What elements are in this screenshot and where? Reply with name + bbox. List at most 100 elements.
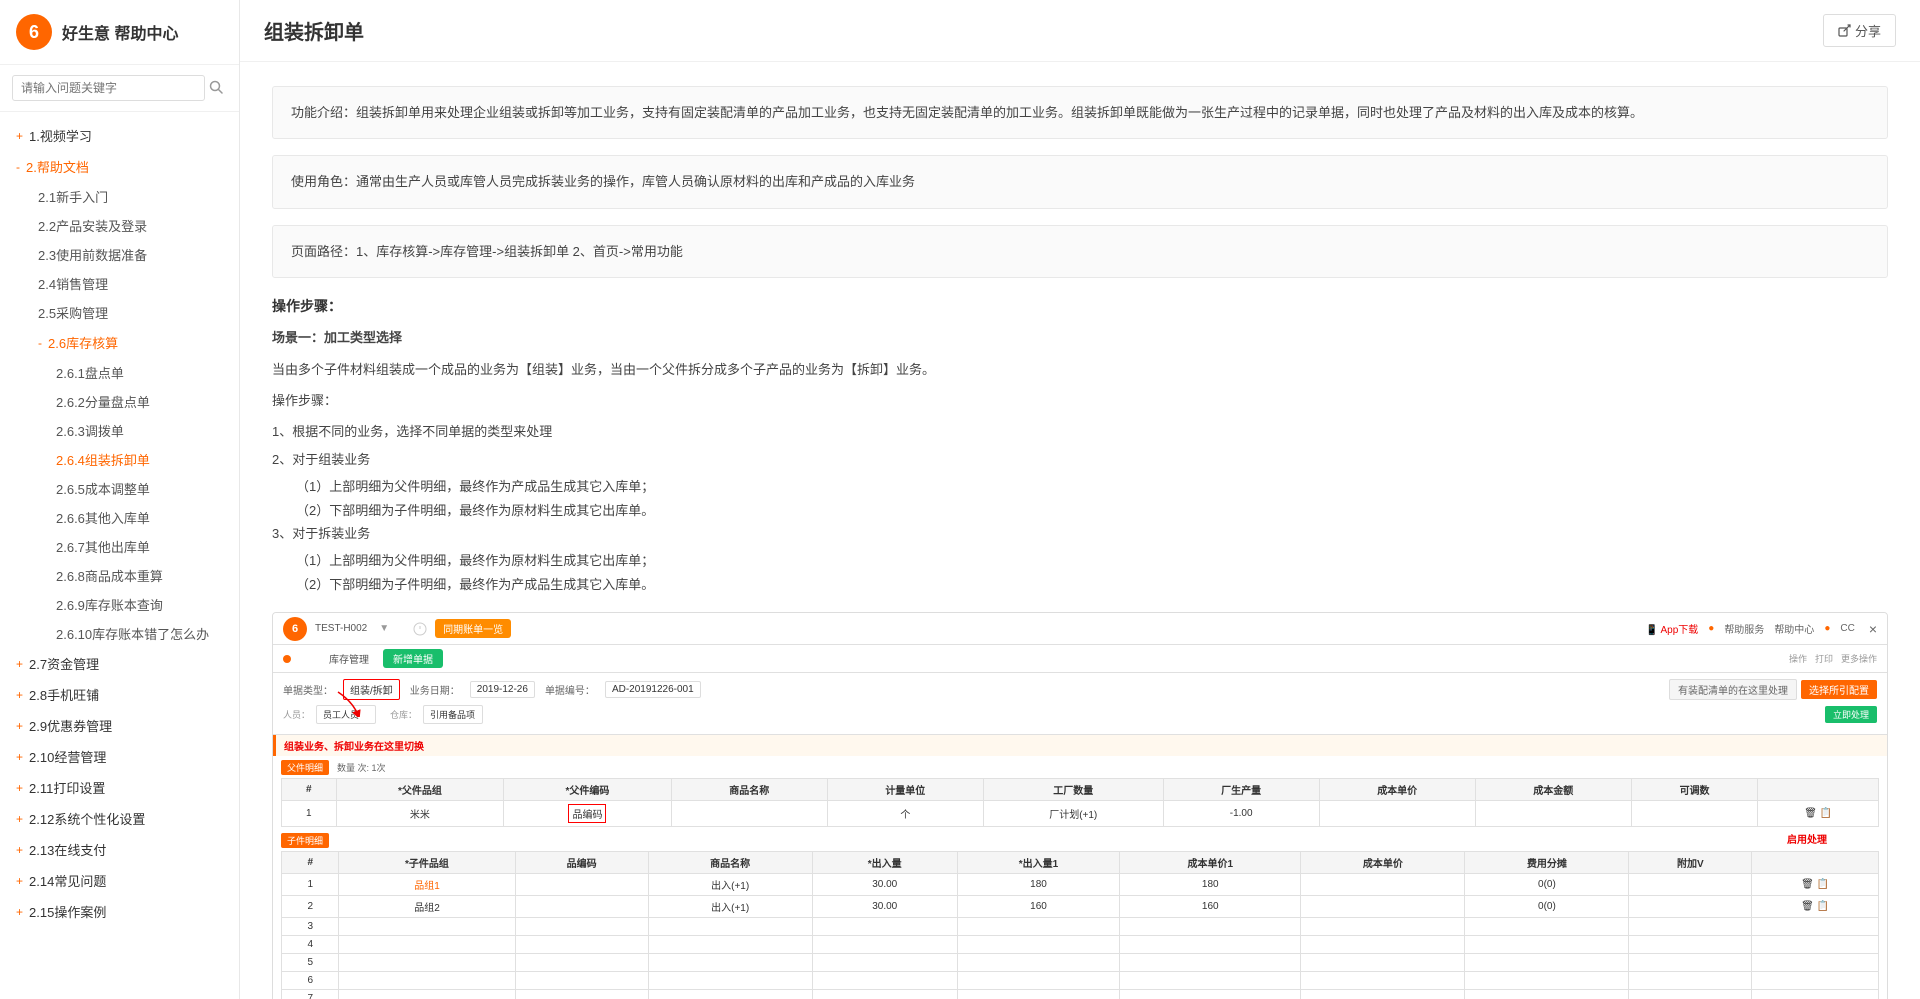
form-date-value: 2019-12-26 <box>470 681 535 698</box>
sidebar-item-2-6-7[interactable]: 2.6.7其他出库单 <box>0 532 239 561</box>
sidebar-item-2-6[interactable]: - 2.6库存核算 <box>0 327 239 358</box>
form-warehouse: 引用备品项 <box>423 705 483 724</box>
th-cost-price: 成本单价 <box>1319 779 1475 801</box>
page-header: 组装拆卸单 分享 <box>240 0 1920 62</box>
plus-icon-2-13: + <box>16 843 23 857</box>
step-2: 2、对于组装业务 <box>272 448 1888 471</box>
sidebar-item-2-6-6[interactable]: 2.6.6其他入库单 <box>0 503 239 532</box>
scenario-1-desc: 当由多个子件材料组装成一个成品的业务为【组装】业务，当由一个父件拆分成多个子产品… <box>272 358 1888 381</box>
sidebar-item-2-5[interactable]: 2.5采购管理 <box>0 298 239 327</box>
sidebar-item-2-8[interactable]: + 2.8手机旺铺 <box>0 679 239 710</box>
share-button[interactable]: 分享 <box>1823 14 1896 47</box>
upper-qty-label: 数量 次: 1次 <box>337 761 386 774</box>
step-1: 1、根据不同的业务，选择不同单据的类型来处理 <box>272 420 1888 443</box>
sidebar-item-1[interactable]: + 1.视频学习 <box>0 120 239 151</box>
annotation-handle: 启用处理 <box>1787 831 1827 846</box>
table-row-empty: 4 <box>282 936 1879 954</box>
logo-area: 6 好生意 帮助中心 <box>0 0 239 65</box>
logo-icon: 6 <box>16 14 52 50</box>
sidebar-item-2-11[interactable]: + 2.11打印设置 <box>0 772 239 803</box>
sidebar-item-2-6-2[interactable]: 2.6.2分量盘点单 <box>0 387 239 416</box>
sidebar-item-2-15[interactable]: + 2.15操作案例 <box>0 896 239 927</box>
sidebar-item-2-14[interactable]: + 2.14常见问题 <box>0 865 239 896</box>
search-input[interactable] <box>12 75 205 101</box>
sidebar-item-2-13[interactable]: + 2.13在线支付 <box>0 834 239 865</box>
steps-title: 操作步骤： <box>272 296 1888 316</box>
select-config-btn[interactable]: 选择所引配置 <box>1801 680 1877 699</box>
sidebar: 6 好生意 帮助中心 + 1.视频学习 - 2.帮助文档 2.1新手入门 <box>0 0 240 999</box>
step-2-1: （1）上部明细为父件明细，最终作为产成品生成其它入库单； <box>296 475 1888 498</box>
steps-label: 操作步骤： <box>272 389 1888 412</box>
app-topbar-btn[interactable]: 同期账单一览 <box>435 619 511 638</box>
sidebar-item-2-2[interactable]: 2.2产品安装及登录 <box>0 211 239 240</box>
sidebar-item-2-6-4[interactable]: 2.6.4组装拆卸单 <box>0 445 239 474</box>
sidebar-item-2-6-3[interactable]: 2.6.3调拨单 <box>0 416 239 445</box>
scenario-1-title: 场景一：加工类型选择 <box>272 326 1888 349</box>
logo-text: 好生意 帮助中心 <box>62 20 178 44</box>
app-screenshot: 6 TEST-H002 ▼ 同期账单一览 📱 App下载 ● 帮助服务 帮助中心… <box>273 613 1887 999</box>
th-avail: 可调数 <box>1631 779 1758 801</box>
intro-block: 功能介绍：组装拆卸单用来处理企业组装或拆卸等加工业务，支持有固定装配清单的产品加… <box>272 86 1888 139</box>
step-2-2: （2）下部明细为子件明细，最终作为原材料生成其它出库单。 <box>296 499 1888 522</box>
annotation-type-text: 组装业务、拆卸业务在这里切换 <box>273 735 1887 756</box>
minus-icon: - <box>16 160 20 174</box>
table-row-empty: 5 <box>282 954 1879 972</box>
screenshot-container: 6 TEST-H002 ▼ 同期账单一览 📱 App下载 ● 帮助服务 帮助中心… <box>272 612 1888 999</box>
plus-icon-2-8: + <box>16 688 23 702</box>
th-parent-group: *父件品组 <box>336 779 504 801</box>
search-button[interactable] <box>205 76 227 101</box>
step-list: 1、根据不同的业务，选择不同单据的类型来处理 2、对于组装业务 （1）上部明细为… <box>272 420 1888 596</box>
step-3: 3、对于拆装业务 <box>272 522 1888 545</box>
sidebar-item-2-9[interactable]: + 2.9优惠券管理 <box>0 710 239 741</box>
confirm-btn[interactable]: 立即处理 <box>1825 706 1877 723</box>
plus-icon-2-15: + <box>16 905 23 919</box>
upper-table-area: 父件明细 数量 次: 1次 # *父件品组 *父件编码 商品名称 计量单位 工厂… <box>273 756 1887 829</box>
sidebar-item-2-6-10[interactable]: 2.6.10库存账本错了怎么办 <box>0 619 239 648</box>
sidebar-item-2-10[interactable]: + 2.10经营管理 <box>0 741 239 772</box>
lower-table-area: 子件明细 启用处理 # *子件品组 品编码 商品名称 *出入量 * <box>273 829 1887 999</box>
sidebar-item-2-6-1[interactable]: 2.6.1盘点单 <box>0 358 239 387</box>
plus-icon-2-7: + <box>16 657 23 671</box>
table-row-empty: 6 <box>282 972 1879 990</box>
sidebar-item-2-4[interactable]: 2.4销售管理 <box>0 269 239 298</box>
sidebar-item-2-6-8[interactable]: 2.6.8商品成本重算 <box>0 561 239 590</box>
plus-icon-2-11: + <box>16 781 23 795</box>
sidebar-item-2-6-9[interactable]: 2.6.9库存账本查询 <box>0 590 239 619</box>
plus-icon-2-14: + <box>16 874 23 888</box>
th-parent-code: *父件编码 <box>504 779 672 801</box>
path-block: 页面路径：1、库存核算->库存管理->组装拆卸单 2、首页->常用功能 <box>272 225 1888 278</box>
page-title: 组装拆卸单 <box>264 16 364 45</box>
plus-icon-2-10: + <box>16 750 23 764</box>
table-row: 1 品组1 出入(+1) 30.00 180 180 0(0) 🗑 📋 <box>282 874 1879 896</box>
sidebar-item-2-12[interactable]: + 2.12系统个性化设置 <box>0 803 239 834</box>
table-row-empty: 7 <box>282 990 1879 999</box>
lower-section-label: 子件明细 <box>281 833 329 848</box>
sidebar-item-2-6-5[interactable]: 2.6.5成本调整单 <box>0 474 239 503</box>
content-area: 功能介绍：组装拆卸单用来处理企业组装或拆卸等加工业务，支持有固定装配清单的产品加… <box>240 62 1920 999</box>
table-row: 2 品组2 出入(+1) 30.00 160 160 0(0) 🗑 📋 <box>282 896 1879 918</box>
plus-icon-2-9: + <box>16 719 23 733</box>
app-nav: 库存管理 新增单据 操作 打印 更多操作 <box>273 645 1887 673</box>
app-nav-tab-1[interactable]: 库存管理 <box>319 649 379 668</box>
nav-tree: + 1.视频学习 - 2.帮助文档 2.1新手入门 2.2产品安装及登录 2.3… <box>0 112 239 999</box>
upper-table: # *父件品组 *父件编码 商品名称 计量单位 工厂数量 厂生产量 成本单价 成… <box>281 778 1879 827</box>
th-plan-qty: 工厂数量 <box>983 779 1163 801</box>
upper-section-label: 父件明细 <box>281 760 329 775</box>
th-unit: 计量单位 <box>827 779 983 801</box>
th-cost-amount: 成本金额 <box>1475 779 1631 801</box>
app-form-area: 单据类型： 组装/拆卸 业务日期： 2019-12-26 单据编号： AD-20… <box>273 673 1887 735</box>
table-row-empty: 3 <box>282 918 1879 936</box>
sidebar-item-2-1[interactable]: 2.1新手入门 <box>0 182 239 211</box>
annotation-type-area <box>333 687 363 717</box>
sidebar-item-2[interactable]: - 2.帮助文档 <box>0 151 239 182</box>
app-id-label: TEST-H002 <box>315 623 367 634</box>
app-brand-icon: 6 <box>283 617 307 641</box>
app-nav-tab-2[interactable]: 新增单据 <box>383 649 443 668</box>
th-op <box>1758 779 1879 801</box>
table-row: 1 米米 品编码 个 厂计划(+1) -1.00 🗑 📋 <box>282 801 1879 827</box>
th-no: # <box>282 779 337 801</box>
app-topbar: 6 TEST-H002 ▼ 同期账单一览 📱 App下载 ● 帮助服务 帮助中心… <box>273 613 1887 645</box>
sidebar-item-2-3[interactable]: 2.3使用前数据准备 <box>0 240 239 269</box>
main-area: 组装拆卸单 分享 功能介绍：组装拆卸单用来处理企业组装或拆卸等加工业务，支持有固… <box>240 0 1920 999</box>
sidebar-item-2-7[interactable]: + 2.7资金管理 <box>0 648 239 679</box>
